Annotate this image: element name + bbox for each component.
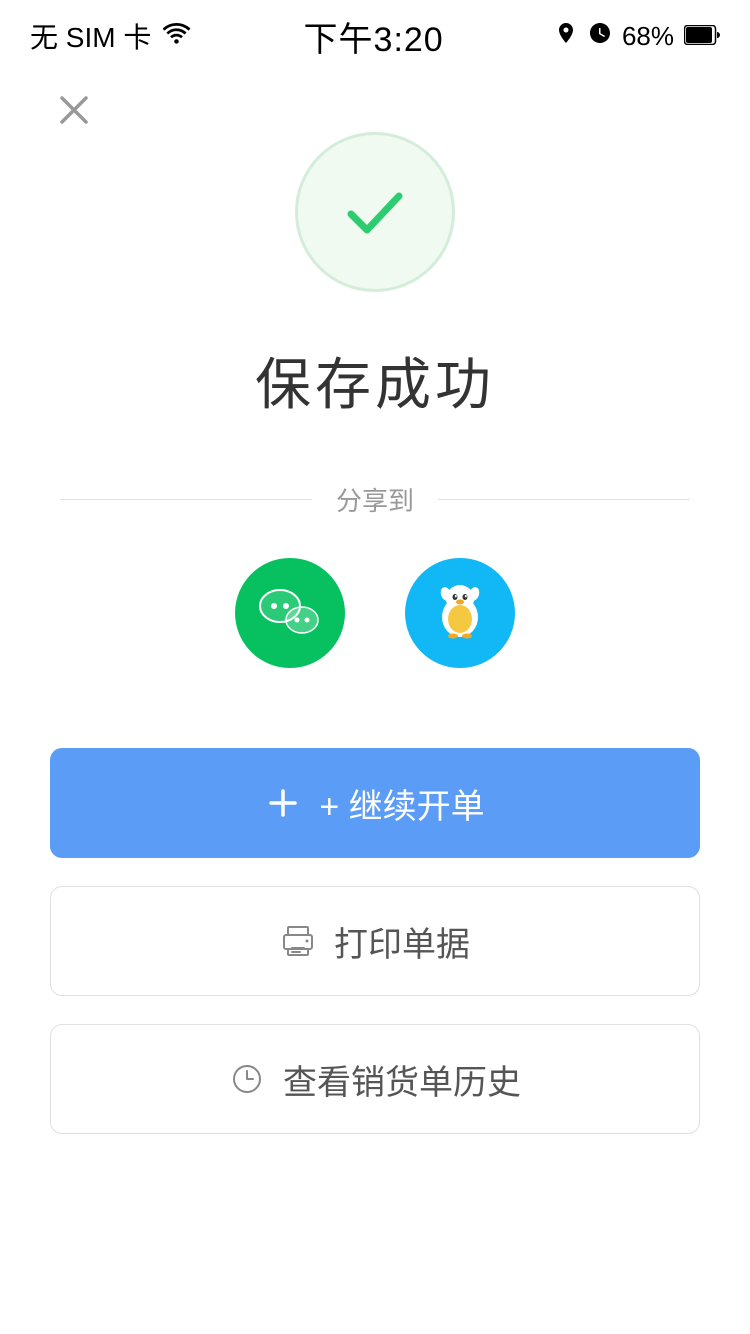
action-buttons: + 继续开单 打印单据 查看销货单历史 [0,748,750,1134]
sim-text: 无 SIM 卡 [30,16,151,56]
main-content: 保存成功 分享到 [0,72,750,1134]
share-divider: 分享到 [0,481,750,518]
battery-icon [684,21,720,52]
alarm-icon [588,21,612,52]
divider-line-right [438,499,690,500]
close-button[interactable] [48,84,100,136]
status-right: 68% [554,21,720,52]
history-label: 查看销货单历史 [283,1055,521,1104]
wifi-icon [163,20,193,52]
success-icon-circle [295,132,455,292]
wechat-share-button[interactable] [235,558,345,668]
print-button[interactable]: 打印单据 [50,886,700,996]
continue-order-button[interactable]: + 继续开单 [50,748,700,858]
status-time: 下午3:20 [304,12,444,61]
share-label: 分享到 [312,481,438,518]
print-label: 打印单据 [334,917,470,966]
location-icon [554,21,578,52]
success-title: 保存成功 [255,340,495,421]
battery-percent: 68% [622,21,674,52]
divider-line-left [60,499,312,500]
status-bar: 无 SIM 卡 下午3:20 68% [0,0,750,72]
history-button[interactable]: 查看销货单历史 [50,1024,700,1134]
status-left: 无 SIM 卡 [30,16,193,56]
share-icons [235,558,515,668]
continue-order-label: + 继续开单 [319,779,484,828]
qq-share-button[interactable] [405,558,515,668]
